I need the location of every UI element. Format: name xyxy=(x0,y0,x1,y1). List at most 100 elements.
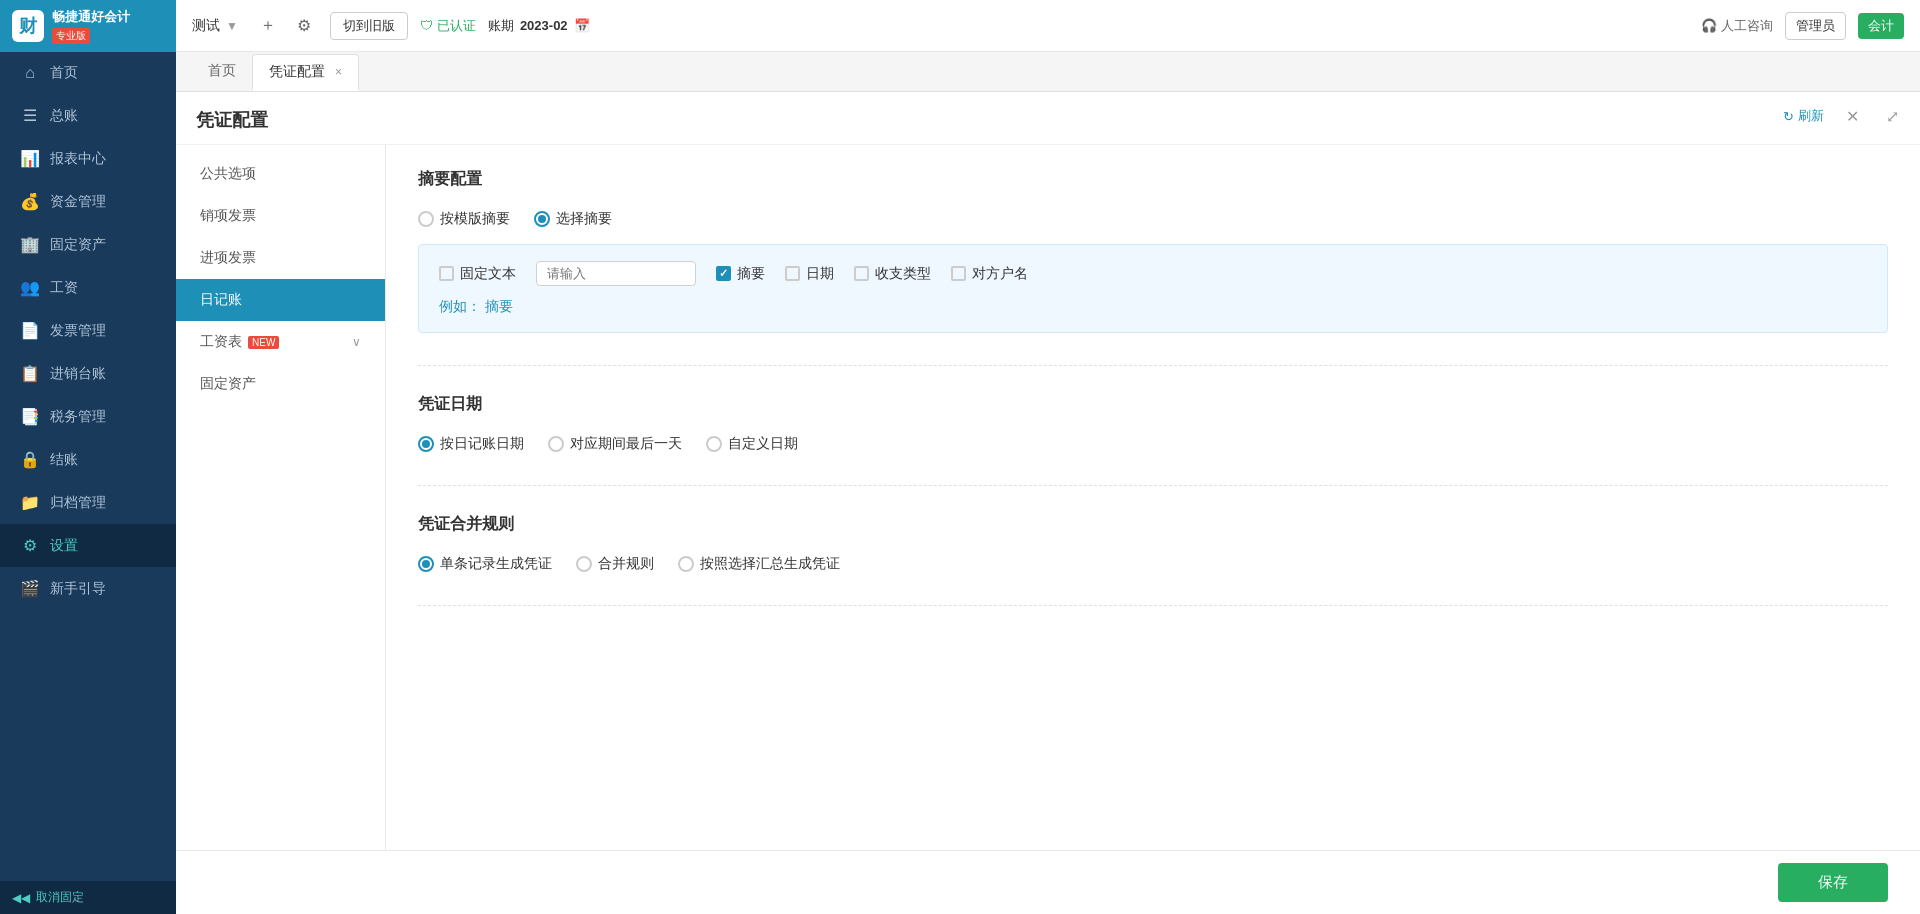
checkbox-box xyxy=(785,266,800,281)
radio-circle-checked xyxy=(418,556,434,572)
radio-single-record[interactable]: 单条记录生成凭证 xyxy=(418,555,552,573)
tab-home[interactable]: 首页 xyxy=(192,54,252,90)
closing-icon: 🔒 xyxy=(20,450,40,469)
sidebar-item-label: 归档管理 xyxy=(50,494,106,512)
radio-label: 按照选择汇总生成凭证 xyxy=(700,555,840,573)
add-button[interactable]: ＋ xyxy=(254,12,282,40)
checkbox-date[interactable]: 日期 xyxy=(785,265,834,283)
ledger-icon: ☰ xyxy=(20,106,40,125)
content-body: 公共选项 销项发票 进项发票 日记账 工资表 NEW ∨ xyxy=(176,145,1920,850)
radio-circle-checked xyxy=(534,211,550,227)
left-nav-label: 日记账 xyxy=(200,291,242,307)
sidebar-item-sales-purchase[interactable]: 📋 进销台账 xyxy=(0,352,176,395)
left-nav-item-payroll[interactable]: 工资表 NEW ∨ xyxy=(176,321,385,363)
sidebar-item-guide[interactable]: 🎬 新手引导 xyxy=(0,567,176,610)
merge-radio-group: 单条记录生成凭证 合并规则 按照选择汇总生成凭证 xyxy=(418,555,1888,573)
checkbox-counterparty[interactable]: 对方户名 xyxy=(951,265,1028,283)
sidebar-item-closing[interactable]: 🔒 结账 xyxy=(0,438,176,481)
sidebar-item-label: 资金管理 xyxy=(50,193,106,211)
tab-active-label: 凭证配置 xyxy=(269,63,325,81)
summary-title: 摘要配置 xyxy=(418,169,1888,190)
sidebar-logo: 财 畅捷通好会计 专业版 xyxy=(0,0,176,52)
content-header: 凭证配置 ↻ 刷新 ✕ ⤢ xyxy=(176,92,1920,145)
period-value: 2023-02 xyxy=(520,18,568,33)
radio-template-summary[interactable]: 按模版摘要 xyxy=(418,210,510,228)
save-button[interactable]: 保存 xyxy=(1778,863,1888,902)
funds-icon: 💰 xyxy=(20,192,40,211)
sidebar-item-archive[interactable]: 📁 归档管理 xyxy=(0,481,176,524)
radio-label: 自定义日期 xyxy=(728,435,798,453)
checkbox-summary[interactable]: ✓ 摘要 xyxy=(716,265,765,283)
date-title: 凭证日期 xyxy=(418,394,1888,415)
refresh-icon: ↻ xyxy=(1783,109,1794,124)
radio-select-merge[interactable]: 按照选择汇总生成凭证 xyxy=(678,555,840,573)
radio-journal-date[interactable]: 按日记账日期 xyxy=(418,435,524,453)
sales-purchase-icon: 📋 xyxy=(20,364,40,383)
sidebar-item-funds[interactable]: 💰 资金管理 xyxy=(0,180,176,223)
close-button[interactable]: ✕ xyxy=(1840,104,1864,128)
summary-config-box: 固定文本 ✓ 摘要 日期 xyxy=(418,244,1888,333)
switch-version-button[interactable]: 切到旧版 xyxy=(330,12,408,40)
fixed-assets-icon: 🏢 xyxy=(20,235,40,254)
gear-button[interactable]: ⚙ xyxy=(290,12,318,40)
user-button[interactable]: 管理员 xyxy=(1785,12,1846,40)
date-radio-group: 按日记账日期 对应期间最后一天 自定义日期 xyxy=(418,435,1888,453)
merge-title: 凭证合并规则 xyxy=(418,514,1888,535)
radio-circle xyxy=(706,436,722,452)
radio-label: 合并规则 xyxy=(598,555,654,573)
radio-circle-checked xyxy=(418,436,434,452)
certified-badge: 🛡 已认证 xyxy=(420,17,476,35)
checkbox-label: 固定文本 xyxy=(460,265,516,283)
sidebar-item-label: 新手引导 xyxy=(50,580,106,598)
radio-select-summary[interactable]: 选择摘要 xyxy=(534,210,612,228)
sidebar-item-ledger[interactable]: ☰ 总账 xyxy=(0,94,176,137)
checkbox-label: 对方户名 xyxy=(972,265,1028,283)
left-nav-item-public[interactable]: 公共选项 xyxy=(176,153,385,195)
summary-section: 摘要配置 按模版摘要 选择摘要 xyxy=(418,169,1888,333)
sidebar-item-reports[interactable]: 📊 报表中心 xyxy=(0,137,176,180)
expand-button[interactable]: ⤢ xyxy=(1880,104,1904,128)
left-nav-item-journal[interactable]: 日记账 xyxy=(176,279,385,321)
radio-label: 按模版摘要 xyxy=(440,210,510,228)
headset-icon: 🎧 xyxy=(1701,18,1717,33)
accountant-button[interactable]: 会计 xyxy=(1858,13,1904,39)
checkbox-box-checked: ✓ xyxy=(716,266,731,281)
radio-custom-date[interactable]: 自定义日期 xyxy=(706,435,798,453)
radio-merge-rule[interactable]: 合并规则 xyxy=(576,555,654,573)
calendar-icon[interactable]: 📅 xyxy=(574,18,590,33)
tab-voucher-config[interactable]: 凭证配置 × xyxy=(252,54,359,91)
sidebar-item-invoice[interactable]: 📄 发票管理 xyxy=(0,309,176,352)
checkbox-fixed-text[interactable]: 固定文本 xyxy=(439,265,516,283)
checkbox-payment-type[interactable]: 收支类型 xyxy=(854,265,931,283)
section-divider-2 xyxy=(418,485,1888,486)
tab-close-icon[interactable]: × xyxy=(335,65,342,79)
left-nav-label: 固定资产 xyxy=(200,375,256,391)
page-title: 凭证配置 xyxy=(196,108,268,132)
right-content: 摘要配置 按模版摘要 选择摘要 xyxy=(386,145,1920,850)
left-nav-item-purchase[interactable]: 进项发票 xyxy=(176,237,385,279)
topbar: 测试 ▼ ＋ ⚙ 切到旧版 🛡 已认证 账期 2023-02 📅 🎧 人工咨询 … xyxy=(176,0,1920,52)
sidebar-item-settings[interactable]: ⚙ 设置 xyxy=(0,524,176,567)
radio-circle xyxy=(678,556,694,572)
pin-bar[interactable]: ◀◀ 取消固定 xyxy=(0,881,176,914)
sidebar-item-fixed-assets[interactable]: 🏢 固定资产 xyxy=(0,223,176,266)
left-nav-item-sales[interactable]: 销项发票 xyxy=(176,195,385,237)
checkbox-box xyxy=(854,266,869,281)
checkbox-label: 收支类型 xyxy=(875,265,931,283)
consult-button[interactable]: 🎧 人工咨询 xyxy=(1701,17,1773,35)
left-nav-label: 销项发票 xyxy=(200,207,256,223)
fixed-text-input[interactable] xyxy=(536,261,696,286)
refresh-button[interactable]: ↻ 刷新 xyxy=(1783,107,1824,125)
radio-last-day[interactable]: 对应期间最后一天 xyxy=(548,435,682,453)
example-prefix: 例如： xyxy=(439,298,481,314)
sidebar-item-payroll[interactable]: 👥 工资 xyxy=(0,266,176,309)
chevron-right-icon: ∨ xyxy=(352,335,361,349)
sidebar-item-tax[interactable]: 📑 税务管理 xyxy=(0,395,176,438)
company-selector[interactable]: 测试 ▼ xyxy=(192,17,238,35)
example-value: 摘要 xyxy=(485,298,513,314)
content-area: 凭证配置 ↻ 刷新 ✕ ⤢ 公共选项 销项发票 进项发票 xyxy=(176,92,1920,914)
sidebar-item-home[interactable]: ⌂ 首页 xyxy=(0,52,176,94)
left-nav-item-fixed-assets[interactable]: 固定资产 xyxy=(176,363,385,405)
tabs-bar: 首页 凭证配置 × xyxy=(176,52,1920,92)
period-badge: 账期 2023-02 📅 xyxy=(488,17,590,35)
